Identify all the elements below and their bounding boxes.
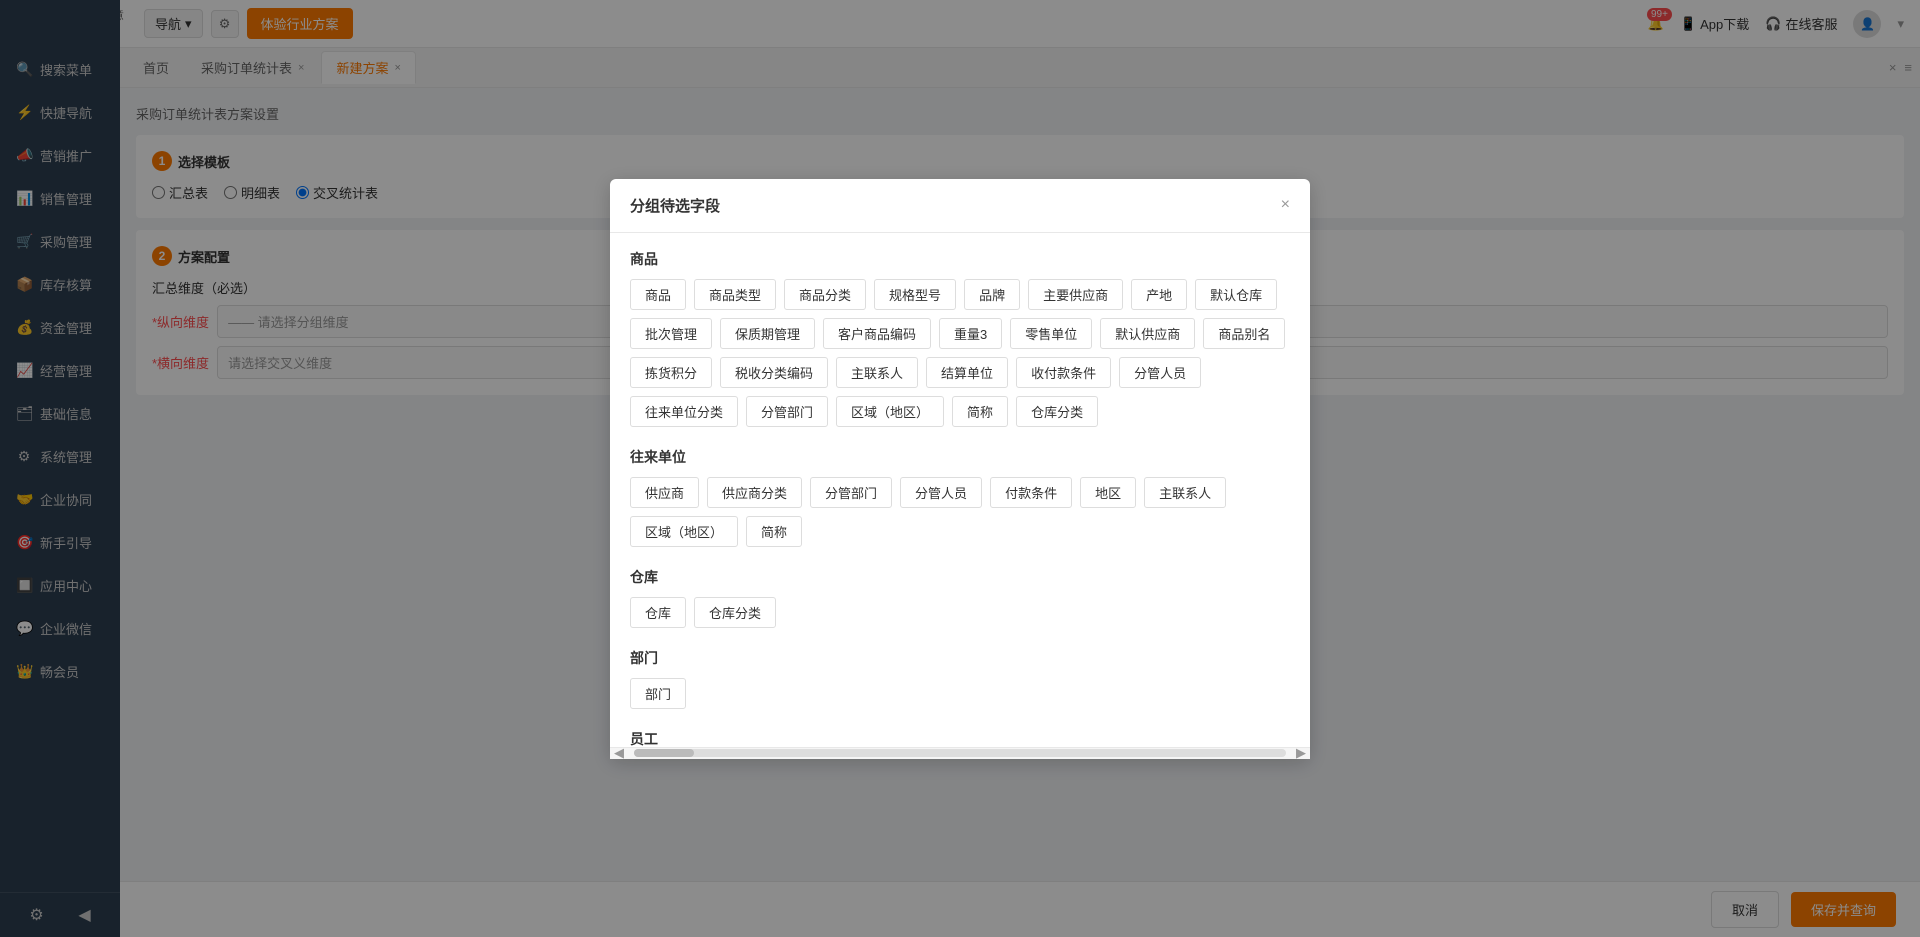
field-tag-0-16[interactable]: 税收分类编码 [720,357,828,388]
field-section-title-1: 往来单位 [630,447,1290,467]
field-tags-2: 仓库仓库分类 [630,597,1290,628]
modal: 分组待选字段 × 商品商品商品类型商品分类规格型号品牌主要供应商产地默认仓库批次… [610,179,1310,759]
field-tag-0-10[interactable]: 客户商品编码 [823,318,931,349]
field-tag-0-2[interactable]: 商品分类 [784,279,866,310]
modal-body[interactable]: 商品商品商品类型商品分类规格型号品牌主要供应商产地默认仓库批次管理保质期管理客户… [610,233,1310,747]
field-section-title-4: 员工 [630,729,1290,747]
modal-scrollbar: ◀ ▶ [610,747,1310,759]
field-tag-0-25[interactable]: 仓库分类 [1016,396,1098,427]
field-section-title-0: 商品 [630,249,1290,269]
field-tag-0-18[interactable]: 结算单位 [926,357,1008,388]
field-tag-0-13[interactable]: 默认供应商 [1100,318,1195,349]
field-tag-0-24[interactable]: 简称 [952,396,1008,427]
modal-close-button[interactable]: × [1281,196,1290,214]
modal-title: 分组待选字段 [630,195,720,216]
field-tag-0-21[interactable]: 往来单位分类 [630,396,738,427]
field-tag-3-0[interactable]: 部门 [630,678,686,709]
field-tag-0-14[interactable]: 商品别名 [1203,318,1285,349]
field-tags-3: 部门 [630,678,1290,709]
field-tags-0: 商品商品类型商品分类规格型号品牌主要供应商产地默认仓库批次管理保质期管理客户商品… [630,279,1290,427]
field-tag-1-5[interactable]: 地区 [1080,477,1136,508]
field-tag-0-23[interactable]: 区域（地区） [836,396,944,427]
field-tag-0-5[interactable]: 主要供应商 [1028,279,1123,310]
field-section-0: 商品商品商品类型商品分类规格型号品牌主要供应商产地默认仓库批次管理保质期管理客户… [630,249,1290,427]
field-section-title-3: 部门 [630,648,1290,668]
field-tag-0-9[interactable]: 保质期管理 [720,318,815,349]
field-section-3: 部门部门 [630,648,1290,709]
field-tag-1-6[interactable]: 主联系人 [1144,477,1226,508]
scrollbar-thumb [634,749,694,757]
field-tag-1-8[interactable]: 简称 [746,516,802,547]
field-tag-1-3[interactable]: 分管人员 [900,477,982,508]
field-tag-1-0[interactable]: 供应商 [630,477,699,508]
horizontal-scrollbar[interactable] [634,749,1286,757]
field-tag-0-6[interactable]: 产地 [1131,279,1187,310]
field-section-4: 员工业务员 [630,729,1290,747]
field-tag-0-17[interactable]: 主联系人 [836,357,918,388]
field-tag-2-1[interactable]: 仓库分类 [694,597,776,628]
modal-overlay: 分组待选字段 × 商品商品商品类型商品分类规格型号品牌主要供应商产地默认仓库批次… [0,0,1920,937]
field-tag-2-0[interactable]: 仓库 [630,597,686,628]
modal-header: 分组待选字段 × [610,179,1310,233]
field-tag-0-4[interactable]: 品牌 [964,279,1020,310]
field-tag-0-3[interactable]: 规格型号 [874,279,956,310]
field-tag-0-11[interactable]: 重量3 [939,318,1002,349]
field-tag-0-19[interactable]: 收付款条件 [1016,357,1111,388]
field-tag-0-22[interactable]: 分管部门 [746,396,828,427]
field-tag-0-1[interactable]: 商品类型 [694,279,776,310]
field-tag-0-8[interactable]: 批次管理 [630,318,712,349]
field-tag-0-15[interactable]: 拣货积分 [630,357,712,388]
field-tag-1-2[interactable]: 分管部门 [810,477,892,508]
field-section-2: 仓库仓库仓库分类 [630,567,1290,628]
scroll-right-icon[interactable]: ▶ [1292,745,1310,761]
field-tag-0-12[interactable]: 零售单位 [1010,318,1092,349]
field-tag-1-4[interactable]: 付款条件 [990,477,1072,508]
scroll-left-icon[interactable]: ◀ [610,745,628,761]
field-tag-1-7[interactable]: 区域（地区） [630,516,738,547]
field-tag-0-7[interactable]: 默认仓库 [1195,279,1277,310]
field-section-title-2: 仓库 [630,567,1290,587]
field-tags-1: 供应商供应商分类分管部门分管人员付款条件地区主联系人区域（地区） 简称 [630,477,1290,547]
field-tag-0-0[interactable]: 商品 [630,279,686,310]
field-section-1: 往来单位供应商供应商分类分管部门分管人员付款条件地区主联系人区域（地区） 简称 [630,447,1290,547]
field-tag-1-1[interactable]: 供应商分类 [707,477,802,508]
field-tag-0-20[interactable]: 分管人员 [1119,357,1201,388]
